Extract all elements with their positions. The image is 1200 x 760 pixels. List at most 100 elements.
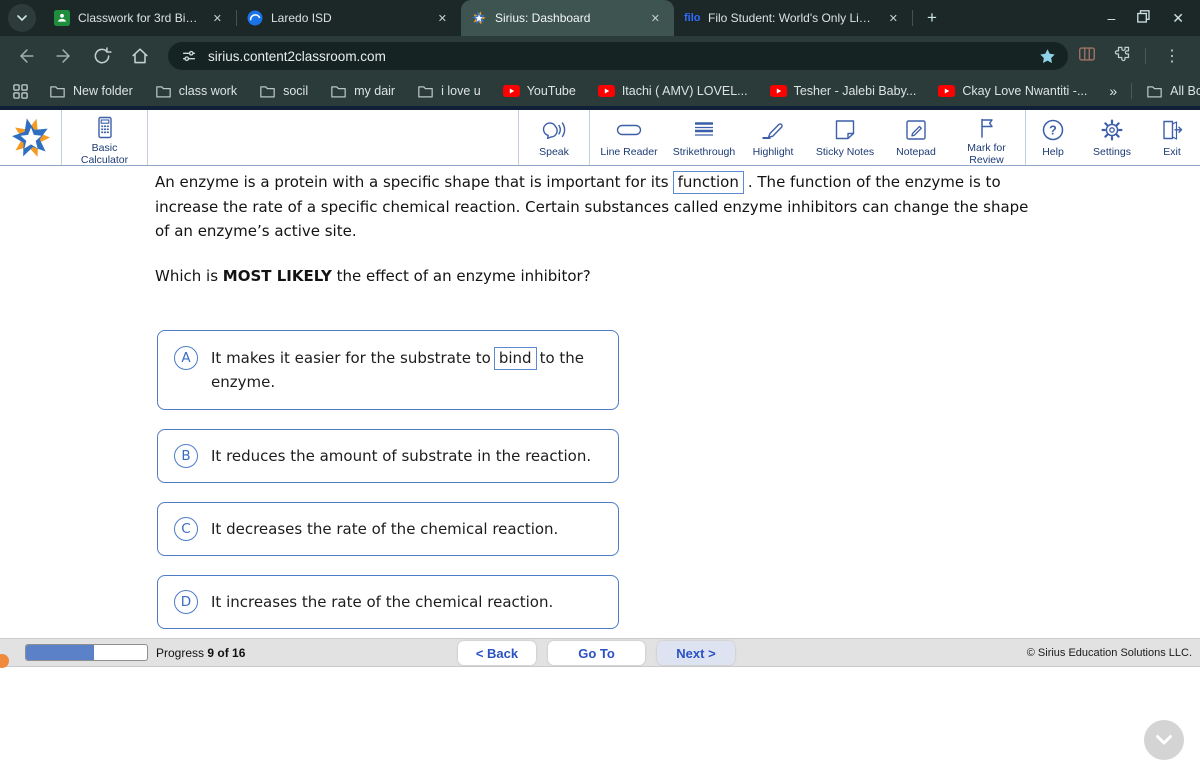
help-icon: ? <box>1040 115 1066 145</box>
bookmark-ckay-love[interactable]: Ckay Love Nwantiti -... <box>938 84 1087 98</box>
apps-grid-button[interactable] <box>12 83 29 100</box>
divider <box>1145 48 1146 64</box>
vocab-word-function[interactable]: function <box>672 171 744 194</box>
restore-icon <box>1137 10 1150 23</box>
speak-button[interactable]: Speak <box>518 110 590 165</box>
folder-icon <box>50 85 65 98</box>
answer-options: A It makes it easier for the substrate t… <box>157 329 619 629</box>
youtube-icon <box>938 85 956 97</box>
answer-option-b[interactable]: B It reduces the amount of substrate in … <box>157 428 619 483</box>
question-content: An enzyme is a protein with a specific s… <box>0 166 1200 760</box>
question-prompt: Which is MOST LIKELY the effect of an en… <box>155 266 591 285</box>
tab-title: Sirius: Dashboard <box>495 11 591 25</box>
basic-calculator-button[interactable]: Basic Calculator <box>62 110 148 165</box>
tab-close-button[interactable]: ✕ <box>209 10 226 27</box>
minimize-button[interactable]: – <box>1107 10 1115 26</box>
restore-button[interactable] <box>1137 10 1150 26</box>
tab-laredo-isd[interactable]: Laredo ISD ✕ <box>237 0 461 36</box>
answer-option-a[interactable]: A It makes it easier for the substrate t… <box>157 329 619 410</box>
window-controls: – ✕ <box>1107 10 1200 27</box>
option-text: It decreases the rate of the chemical re… <box>211 519 559 538</box>
bookmark-tesher-jalebi[interactable]: Tesher - Jalebi Baby... <box>769 84 916 98</box>
exit-door-icon <box>1159 115 1185 145</box>
help-button[interactable]: ? Help <box>1026 110 1080 165</box>
highlight-button[interactable]: Highlight <box>740 110 806 165</box>
answer-option-d[interactable]: D It increases the rate of the chemical … <box>157 574 619 629</box>
folder-icon <box>331 85 346 98</box>
bookmark-youtube[interactable]: YouTube <box>502 84 576 98</box>
tab-search-button[interactable] <box>8 4 36 32</box>
next-button[interactable]: Next > <box>657 641 735 665</box>
tab-classwork[interactable]: Classwork for 3rd Bio Cruz 12 ✕ <box>44 0 236 36</box>
tab-filo-student[interactable]: filo Filo Student: World's Only Live | ✕ <box>674 0 912 36</box>
bookmark-folder-class-work[interactable]: class work <box>155 84 237 99</box>
flag-icon <box>974 115 1000 141</box>
scroll-down-button[interactable] <box>1144 720 1184 760</box>
chevron-down-icon <box>17 15 27 22</box>
home-icon <box>132 48 148 64</box>
sirius-toolbar: Basic Calculator Speak Line Reader Strik… <box>0 110 1200 166</box>
extensions-button[interactable] <box>1111 44 1131 69</box>
line-reader-button[interactable]: Line Reader <box>590 110 668 165</box>
sticky-notes-button[interactable]: Sticky Notes <box>806 110 884 165</box>
new-tab-button[interactable]: + <box>913 8 951 28</box>
divider <box>1131 83 1133 99</box>
home-button[interactable] <box>124 40 156 72</box>
browser-action-icons: ⋮ <box>1077 44 1190 69</box>
close-window-button[interactable]: ✕ <box>1172 10 1184 27</box>
google-classroom-icon <box>54 10 70 26</box>
browser-tab-strip: Classwork for 3rd Bio Cruz 12 ✕ Laredo I… <box>0 0 1200 36</box>
puzzle-icon <box>1114 46 1130 61</box>
exit-button[interactable]: Exit <box>1144 110 1200 165</box>
back-nav-button[interactable]: < Back <box>458 641 536 665</box>
bookmark-folder-new-folder[interactable]: New folder <box>49 84 133 99</box>
reload-button[interactable] <box>86 40 118 72</box>
all-bookmarks-button[interactable]: All Bookmarks <box>1146 84 1200 99</box>
line-reader-icon <box>614 115 644 145</box>
folder-icon <box>1147 85 1162 98</box>
vocab-word-bind[interactable]: bind <box>493 346 537 370</box>
bookmark-itachi-amv[interactable]: Itachi ( AMV) LOVEL... <box>597 84 748 98</box>
browser-address-row: sirius.content2classroom.com ⋮ <box>0 36 1200 76</box>
classlink-cloud-icon <box>247 10 263 26</box>
filo-logo-icon: filo <box>684 12 701 24</box>
bookmark-folder-socil[interactable]: socil <box>259 84 308 99</box>
settings-button[interactable]: Settings <box>1080 110 1144 165</box>
forward-button[interactable] <box>48 40 80 72</box>
option-letter: D <box>174 589 198 614</box>
url-text[interactable]: sirius.content2classroom.com <box>208 49 386 64</box>
bookmark-folder-my-dair[interactable]: my dair <box>330 84 395 99</box>
tab-close-button[interactable]: ✕ <box>647 10 664 27</box>
tab-sirius-dashboard-active[interactable]: Sirius: Dashboard ✕ <box>461 0 674 36</box>
goto-button[interactable]: Go To <box>548 641 645 665</box>
strikethrough-button[interactable]: Strikethrough <box>668 110 740 165</box>
folder-icon <box>155 85 171 98</box>
back-arrow-icon <box>19 49 34 63</box>
address-bar[interactable]: sirius.content2classroom.com <box>168 42 1068 70</box>
calculator-icon <box>93 115 117 141</box>
notepad-button[interactable]: Notepad <box>884 110 948 165</box>
mark-for-review-button[interactable]: Mark for Review <box>948 110 1026 165</box>
bookmark-star-button[interactable] <box>1039 48 1056 65</box>
speak-icon <box>539 115 569 145</box>
back-button[interactable] <box>10 40 42 72</box>
gear-icon <box>1099 115 1125 145</box>
browser-menu-button[interactable]: ⋮ <box>1160 46 1184 66</box>
folder-icon <box>418 85 433 98</box>
svg-text:?: ? <box>1049 124 1057 138</box>
youtube-icon <box>597 85 615 97</box>
bookmark-folder-i-love-u[interactable]: i love u <box>417 84 481 99</box>
answer-option-c[interactable]: C It decreases the rate of the chemical … <box>157 501 619 556</box>
side-panel-button[interactable] <box>1077 44 1097 69</box>
option-letter: B <box>174 443 198 468</box>
question-passage: An enzyme is a protein with a specific s… <box>155 170 1043 244</box>
tab-close-button[interactable]: ✕ <box>434 10 451 27</box>
bookmarks-overflow-button[interactable]: » <box>1109 83 1117 99</box>
youtube-icon <box>502 85 520 97</box>
notepad-icon <box>903 115 929 145</box>
option-letter: C <box>174 516 198 541</box>
tab-close-button[interactable]: ✕ <box>885 10 902 27</box>
folder-icon <box>260 85 275 98</box>
option-text: It reduces the amount of substrate in th… <box>211 446 592 465</box>
